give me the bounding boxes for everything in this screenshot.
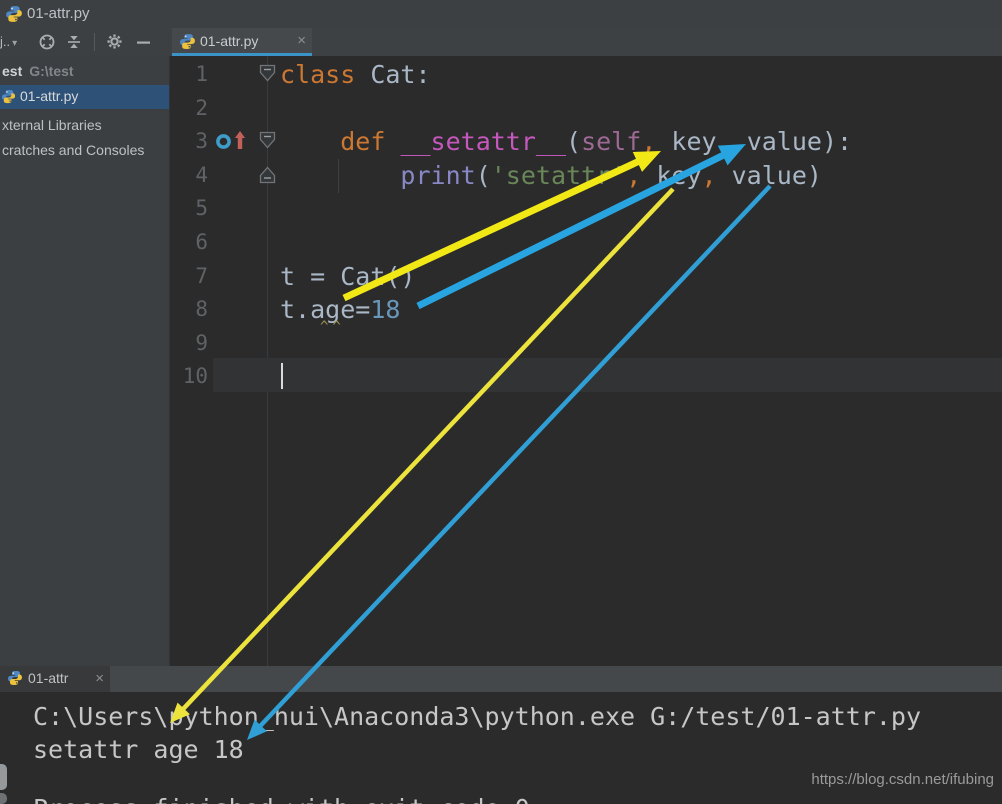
console-line-partial: Process finished with exit code 0 [33,792,530,804]
editor-tab-01-attr-py[interactable]: 01-attr.py × [172,28,312,56]
tree-item-label: cratches and Consoles [2,142,145,158]
window-title-bar: 01-attr.py [0,0,1002,28]
project-tree-panel: est G:\test 01-attr.py xternal Libraries cra… [0,56,170,666]
project-tree-item-01-attr-py[interactable]: 01-attr.py [0,85,169,109]
editor-tab-bar: 01-attr.py × [170,28,1002,56]
code-text: print('setattr', key, value) [400,160,822,190]
close-icon[interactable]: × [297,32,306,49]
floating-button-partial[interactable] [0,764,7,790]
python-file-icon [5,5,23,28]
fold-region-start-icon[interactable] [259,64,276,88]
line-number: 3 [195,129,208,154]
hide-panel-icon[interactable] [136,35,156,55]
console-line: C:\Users\python_hui\Anaconda3\python.exe… [33,702,922,731]
code-line-5: 5 [170,192,1002,226]
close-icon[interactable]: × [95,670,104,687]
override-method-icon[interactable] [215,133,232,155]
watermark-url: https://blog.csdn.net/ifubing [811,771,994,788]
fold-region-end-icon[interactable] [259,165,276,189]
line-number: 6 [195,230,208,254]
tree-item-label: xternal Libraries [2,117,102,133]
fold-region-start-icon[interactable] [259,131,276,155]
line-number: 9 [195,330,208,355]
project-panel-toolbar: j.. ▾ [0,28,170,56]
code-line-10: 10 [170,360,1002,394]
run-tab-label: 01-attr [28,670,69,686]
line-number: 10 [182,364,208,389]
line-number: 2 [195,95,208,120]
project-tree-item-xternal-libraries[interactable]: xternal Libraries [0,114,169,137]
run-toolwindow-tab-bar: 01-attr × [0,666,1002,692]
tree-item-label: 01-attr.py [20,88,79,104]
settings-gear-icon[interactable] [105,32,125,52]
project-tree-item-est[interactable]: est G:\test [0,60,169,83]
locate-icon[interactable] [37,32,57,52]
python-file-icon [7,670,23,691]
code-text: class Cat: [280,60,431,89]
code-line-4: 4 print('setattr', key, value) [170,159,1002,193]
tree-item-path: G:\test [29,63,74,79]
project-tree-item-cratches-and-consoles[interactable]: cratches and Consoles [0,139,169,162]
code-line-3: 3 def __setattr__(self, key, value): [170,125,1002,159]
project-view-selector[interactable]: j.. ▾ [0,34,17,49]
python-file-icon [179,33,196,55]
code-line-6: 6 [170,226,1002,260]
tree-item-label: est G:\test [2,63,74,79]
text-caret [281,363,283,390]
python-file-icon [1,89,16,107]
code-line-7: 7 t = Cat() [170,260,1002,294]
overrides-up-arrow-icon[interactable] [234,130,246,155]
code-text: def __setattr__(self, key, value): [340,127,853,157]
collapse-all-icon[interactable] [65,33,85,53]
window-title: 01-attr.py [27,5,90,22]
code-line-1: 1 class Cat: [170,58,1002,92]
console-line: setattr age 18 [33,735,244,764]
line-number: 7 [195,263,208,288]
run-tab-01-attr[interactable]: 01-attr × [0,666,110,692]
code-line-2: 2 [170,92,1002,126]
line-number: 8 [195,297,208,322]
code-line-9: 9 [170,327,1002,361]
indent-guide [338,158,339,193]
editor-tab-label: 01-attr.py [200,33,259,49]
line-number: 1 [195,62,208,86]
code-text: t = Cat() [280,261,416,291]
chevron-down-icon: ▾ [12,38,18,49]
code-line-8: 8 t.age=18 [170,293,1002,327]
code-editor[interactable]: 1 class Cat: 2 3 def __setattr__(self, key,… [170,56,1002,666]
line-number: 4 [195,162,208,187]
toolbar-separator [94,33,95,51]
line-number: 5 [195,196,208,221]
